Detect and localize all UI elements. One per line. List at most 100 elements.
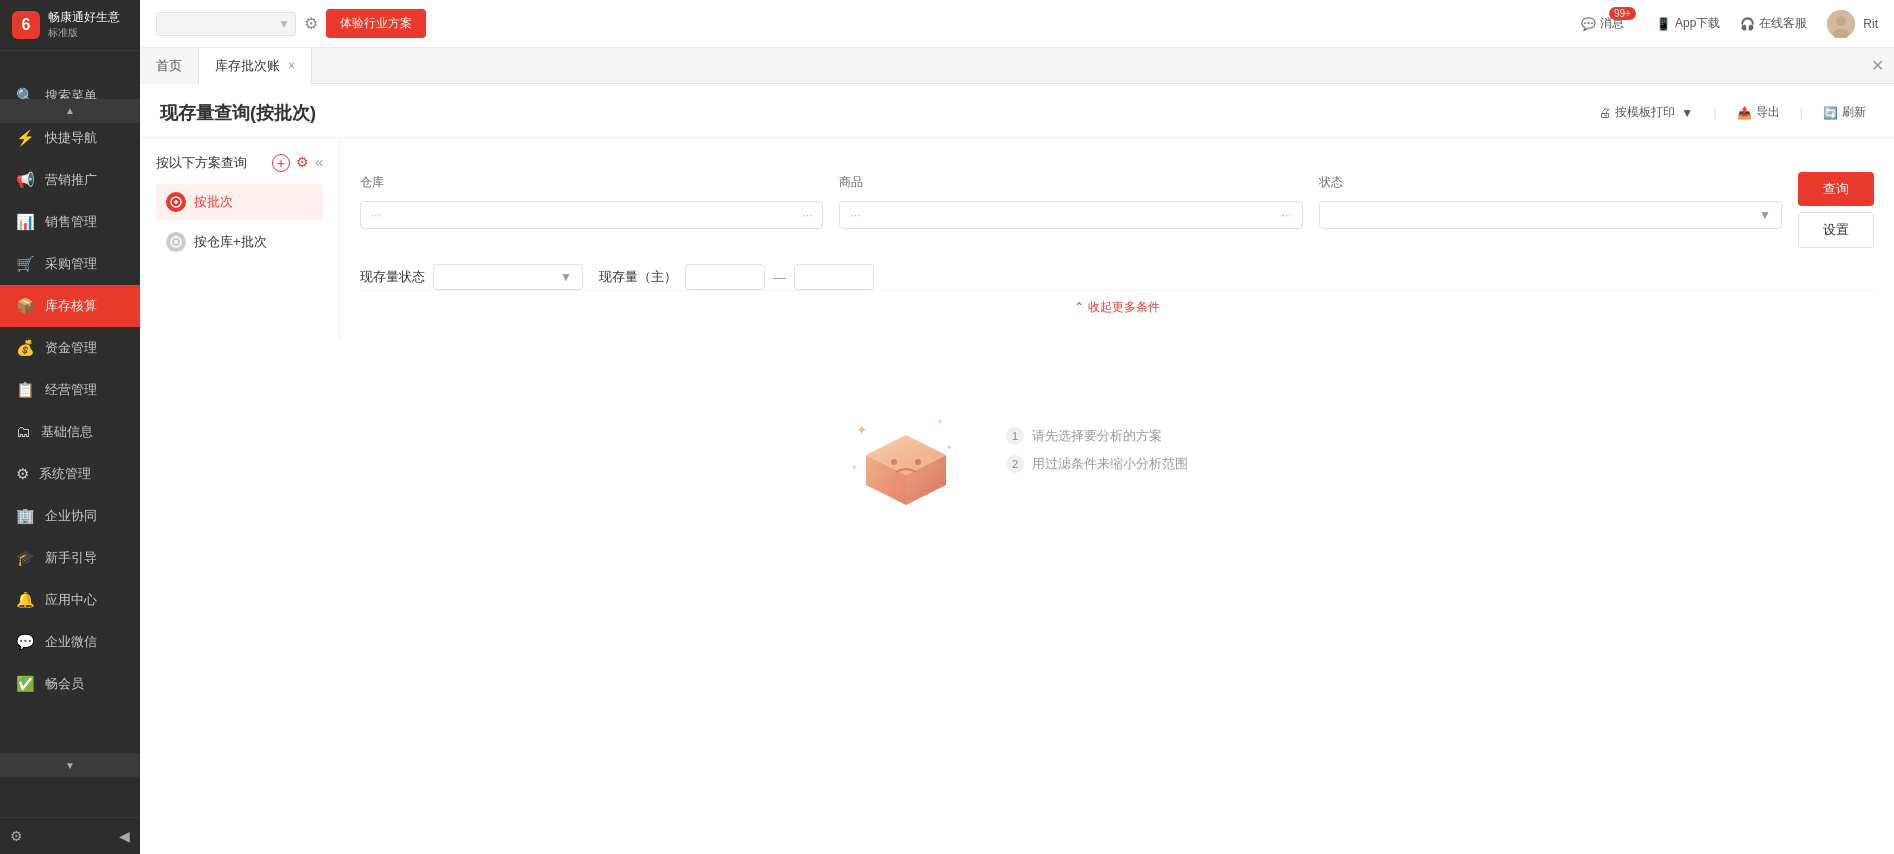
scheme-label-batch: 按批次 (194, 193, 233, 211)
refresh-label: 刷新 (1842, 104, 1866, 121)
message-badge: 99+ (1609, 7, 1636, 20)
search-input[interactable] (156, 12, 296, 36)
tab-inventory-batch[interactable]: 库存批次账 × (199, 48, 312, 84)
scheme-item-batch[interactable]: 按批次 (156, 184, 323, 220)
product-placeholder: ··· (850, 208, 860, 222)
appstore-icon: 🔔 (16, 591, 35, 609)
scheme-item-warehouse-batch[interactable]: 按仓库+批次 (156, 224, 323, 260)
sidebar-item-label: 采购管理 (45, 255, 97, 273)
tip-num-2: 2 (1006, 455, 1024, 473)
status-filter: 状态 ▼ (1319, 174, 1782, 229)
inventory-qty-label: 现存量（主） (599, 268, 677, 286)
topbar: ▼ ⚙ 体验行业方案 💬 消息 99+ 📱 App下载 🎧 在线客服 (140, 0, 1894, 48)
sidebar: 6 畅康通好生意 标准版 ▲ 🔍 搜索菜单 ⚡ 快捷导航 📢 营销推广 📊 销售… (0, 0, 140, 854)
sidebar-item-appstore[interactable]: 🔔 应用中心 (0, 579, 140, 621)
experience-button[interactable]: 体验行业方案 (326, 9, 426, 38)
app-name: 畅康通好生意 (48, 10, 120, 26)
sidebar-footer: ⚙ ◀ (0, 817, 140, 854)
sidebar-settings-button[interactable]: ⚙ (10, 828, 23, 844)
product-input[interactable]: ··· ··· (839, 201, 1302, 229)
sidebar-item-label: 系统管理 (39, 465, 91, 483)
user-profile[interactable]: Rit (1827, 10, 1878, 38)
settings-button[interactable]: 设置 (1798, 212, 1874, 248)
refresh-button[interactable]: 🔄 刷新 (1815, 100, 1874, 125)
sidebar-item-vip[interactable]: ✅ 畅会员 (0, 663, 140, 705)
status-select[interactable]: ▼ (1319, 201, 1782, 229)
svg-text:✦: ✦ (851, 463, 858, 472)
add-scheme-button[interactable]: + (272, 154, 290, 172)
sidebar-scroll-down[interactable]: ▼ (0, 753, 140, 777)
marketing-icon: 📢 (16, 171, 35, 189)
sidebar-item-guide[interactable]: 🎓 新手引导 (0, 537, 140, 579)
warehouse-placeholder: ··· (371, 208, 381, 222)
scheme-title-text: 按以下方案查询 (156, 154, 247, 172)
svg-point-1 (1836, 16, 1846, 26)
sidebar-item-shortcut[interactable]: ⚡ 快捷导航 (0, 117, 140, 159)
app-download-button[interactable]: 📱 App下载 (1656, 15, 1720, 32)
empty-tip-2: 2 用过滤条件来缩小分析范围 (1006, 455, 1188, 473)
filter-fields: 仓库 ··· ··· 商品 ··· ··· (340, 138, 1894, 340)
sidebar-item-inventory[interactable]: 📦 库存核算 (0, 285, 140, 327)
sidebar-item-finance[interactable]: 💰 资金管理 (0, 327, 140, 369)
sidebar-item-sales[interactable]: 📊 销售管理 (0, 201, 140, 243)
tab-close-icon[interactable]: × (288, 59, 295, 73)
app-version: 标准版 (48, 26, 120, 40)
tabs-bar: 首页 库存批次账 × ✕ (140, 48, 1894, 84)
sidebar-item-purchase[interactable]: 🛒 采购管理 (0, 243, 140, 285)
svg-point-12 (915, 459, 921, 465)
sidebar-item-label: 销售管理 (45, 213, 97, 231)
topbar-gear-icon[interactable]: ⚙ (304, 14, 318, 33)
warehouse-input[interactable]: ··· ··· (360, 201, 823, 229)
export-label: 导出 (1756, 104, 1780, 121)
sidebar-item-label: 应用中心 (45, 591, 97, 609)
scheme-icon-warehouse-batch (166, 232, 186, 252)
sidebar-logo: 6 畅康通好生意 标准版 (0, 0, 140, 51)
tabs-close-all[interactable]: ✕ (1871, 56, 1894, 75)
sidebar-item-system[interactable]: ⚙ 系统管理 (0, 453, 140, 495)
export-button[interactable]: 📤 导出 (1729, 100, 1788, 125)
print-button[interactable]: 🖨 按模板打印 ▼ (1591, 100, 1701, 125)
sidebar-item-operation[interactable]: 📋 经营管理 (0, 369, 140, 411)
message-button[interactable]: 💬 消息 99+ (1581, 15, 1624, 32)
empty-state: ✦ ✦ ✦ ✦ 1 请先选择要分析的方案 2 用过滤条件来缩小分析范围 (140, 340, 1894, 560)
content-area: 现存量查询(按批次) 🖨 按模板打印 ▼ | 📤 导出 | 🔄 刷新 (140, 84, 1894, 854)
svg-point-7 (174, 240, 178, 244)
app-logo-icon: 6 (12, 11, 40, 39)
svg-point-11 (891, 459, 897, 465)
sidebar-menu: 🔍 搜索菜单 ⚡ 快捷导航 📢 营销推广 📊 销售管理 🛒 采购管理 📦 库存核… (0, 75, 140, 793)
collapse-more-button[interactable]: ⌃ 收起更多条件 (360, 290, 1874, 324)
scheme-collapse-icon[interactable]: « (315, 154, 323, 172)
sidebar-item-marketing[interactable]: 📢 营销推广 (0, 159, 140, 201)
topbar-left: ▼ ⚙ 体验行业方案 (156, 9, 426, 38)
tab-inventory-batch-label: 库存批次账 (215, 57, 280, 75)
inventory-qty-max[interactable] (794, 264, 874, 290)
basic-icon: 🗂 (16, 423, 31, 440)
sidebar-item-enterprise[interactable]: 🏢 企业协同 (0, 495, 140, 537)
sidebar-collapse-button[interactable]: ◀ (119, 828, 130, 844)
query-button[interactable]: 查询 (1798, 172, 1874, 206)
inventory-icon: 📦 (16, 297, 35, 315)
inventory-qty-filter: 现存量（主） — (599, 264, 874, 290)
scheme-label-warehouse-batch: 按仓库+批次 (194, 233, 267, 251)
sidebar-item-wechat[interactable]: 💬 企业微信 (0, 621, 140, 663)
tab-home[interactable]: 首页 (140, 48, 199, 84)
finance-icon: 💰 (16, 339, 35, 357)
sidebar-item-label: 快捷导航 (45, 129, 97, 147)
svg-text:✦: ✦ (856, 422, 868, 438)
online-service-button[interactable]: 🎧 在线客服 (1740, 15, 1807, 32)
scheme-settings-icon[interactable]: ⚙ (296, 154, 309, 172)
sidebar-item-label: 新手引导 (45, 549, 97, 567)
filter-row-1: 仓库 ··· ··· 商品 ··· ··· (360, 154, 1874, 248)
page-header-actions: 🖨 按模板打印 ▼ | 📤 导出 | 🔄 刷新 (1591, 100, 1874, 125)
sidebar-scroll-up[interactable]: ▲ (0, 99, 140, 123)
enterprise-icon: 🏢 (16, 507, 35, 525)
sidebar-item-basic[interactable]: 🗂 基础信息 (0, 411, 140, 453)
status-label: 状态 (1319, 174, 1782, 191)
filter-scheme-panel: 按以下方案查询 + ⚙ « 按批次 (140, 138, 340, 340)
guide-icon: 🎓 (16, 549, 35, 567)
message-icon: 💬 (1581, 17, 1596, 31)
inventory-qty-min[interactable] (685, 264, 765, 290)
wechat-icon: 💬 (16, 633, 35, 651)
filter-row-2: 现存量状态 ▼ 现存量（主） — (360, 264, 1874, 290)
inventory-status-select[interactable]: ▼ (433, 264, 583, 290)
